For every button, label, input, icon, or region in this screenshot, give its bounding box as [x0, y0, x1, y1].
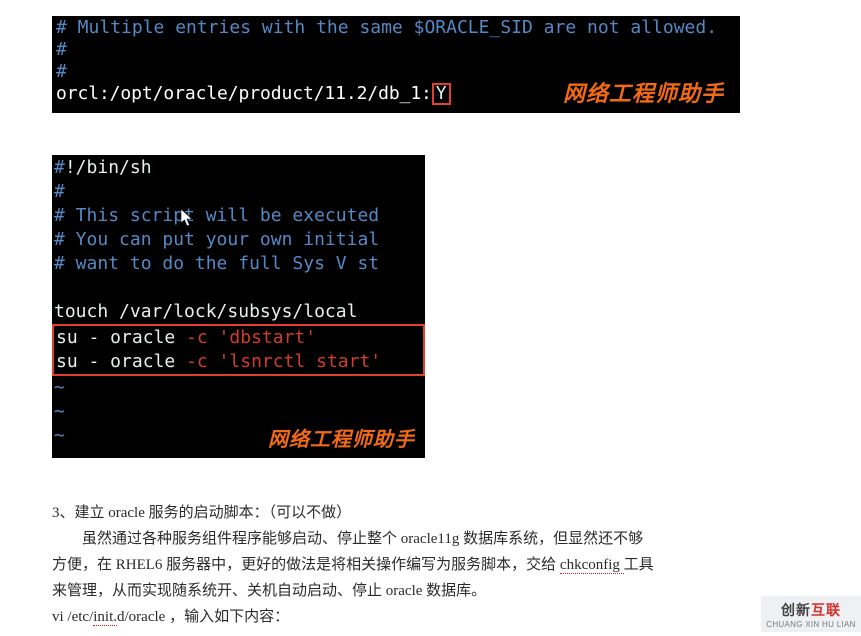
comment-text: Multiple entries with the same $ORACLE_S…	[67, 17, 717, 38]
spacer	[52, 458, 809, 500]
cmd-red: '	[370, 351, 381, 372]
explanation-paragraph: 3、建立 oracle 服务的启动脚本：（可以不做） 虽然通过各种服务组件程序能…	[52, 500, 809, 630]
badge-subtitle: CHUANG XIN HU LIAN	[766, 620, 855, 629]
cmd-red: '	[305, 327, 316, 348]
text-segment: 工具	[624, 557, 654, 573]
code-line: #	[54, 180, 425, 204]
highlighted-commands-box: su - oracle -c 'dbstart' su - oracle -c …	[52, 324, 425, 376]
watermark-brand: 网络工程师助手	[268, 428, 415, 452]
hash: #	[54, 229, 65, 250]
para-line-5: vi /etc/init.d/oracle ，输入如下内容：	[52, 604, 809, 630]
code-line: #!/bin/sh	[54, 156, 425, 180]
comment-text: You can put your own initial	[65, 229, 379, 250]
badge-title-a: 创新	[781, 602, 811, 618]
spacer	[52, 113, 809, 155]
code-line: #	[56, 39, 737, 61]
para-line-2: 虽然通过各种服务组件程序能够启动、停止整个 oracle11g 数据库系统，但显…	[52, 526, 809, 552]
comment-text: This script will be executed	[65, 205, 379, 226]
para-line-1: 3、建立 oracle 服务的启动脚本：（可以不做）	[52, 500, 809, 526]
cmd-white: su - oracle	[56, 327, 186, 348]
blank-line	[54, 276, 425, 300]
orcl-path: orcl:/opt/oracle/product/11.2/db_1:	[56, 83, 432, 104]
text-segment: 方便，在 RHEL6 服务器中，更好的做法是将相关操作编写为服务脚本，交给	[52, 557, 560, 573]
hash: #	[54, 253, 65, 274]
hash: #	[54, 181, 65, 202]
hash: #	[56, 17, 67, 38]
comment-text: want to do the full Sys V st	[65, 253, 379, 274]
hash: #	[54, 205, 65, 226]
code-line: # want to do the full Sys V st	[54, 252, 425, 276]
code-line: #	[56, 61, 737, 83]
tilde-line: ~	[54, 376, 425, 400]
hash: #	[56, 61, 67, 82]
hash: #	[56, 39, 67, 60]
cmd-red: dbstart	[229, 327, 305, 348]
cmd-red: -c '	[186, 327, 229, 348]
text-segment: vi /etc/	[52, 609, 93, 625]
terminal-snippet-oratab: # Multiple entries with the same $ORACLE…	[52, 16, 740, 113]
hash: #	[54, 157, 65, 178]
code-line: # Multiple entries with the same $ORACLE…	[56, 17, 737, 39]
badge-title-b: 互联	[811, 602, 841, 618]
watermark-brand: 网络工程师助手	[563, 83, 724, 105]
underlined-chkconfig: chkconfig	[560, 557, 624, 574]
para-line-3: 方便，在 RHEL6 服务器中，更好的做法是将相关操作编写为服务脚本，交给 ch…	[52, 552, 809, 578]
cmd-red: -c '	[186, 351, 229, 372]
site-badge: 创新互联 CHUANG XIN HU LIAN	[761, 596, 861, 632]
code-line: # This script will be executed	[54, 204, 425, 228]
code-line-touch: touch /var/lock/subsys/local	[54, 300, 425, 324]
text-segment: d/oracle ，输入如下内容：	[117, 609, 289, 625]
terminal-snippet-rclocal: #!/bin/sh # # This script will be execut…	[52, 155, 425, 458]
para-line-4: 来管理，从而实现随系统开、关机自动启动、停止 oracle 数据库。	[52, 578, 809, 604]
tilde-line: ~	[54, 400, 425, 424]
code-line-su1: su - oracle -c 'dbstart'	[56, 326, 421, 350]
orcl-y-highlight: Y	[432, 83, 451, 105]
underlined-init: init.	[93, 609, 117, 626]
code-line: # You can put your own initial	[54, 228, 425, 252]
code-line-su2: su - oracle -c 'lsnrctl start'	[56, 350, 421, 374]
badge-title: 创新互联	[781, 600, 841, 620]
shebang: !/bin/sh	[65, 157, 152, 178]
cmd-white: su - oracle	[56, 351, 186, 372]
cmd-red: lsnrctl start	[229, 351, 370, 372]
